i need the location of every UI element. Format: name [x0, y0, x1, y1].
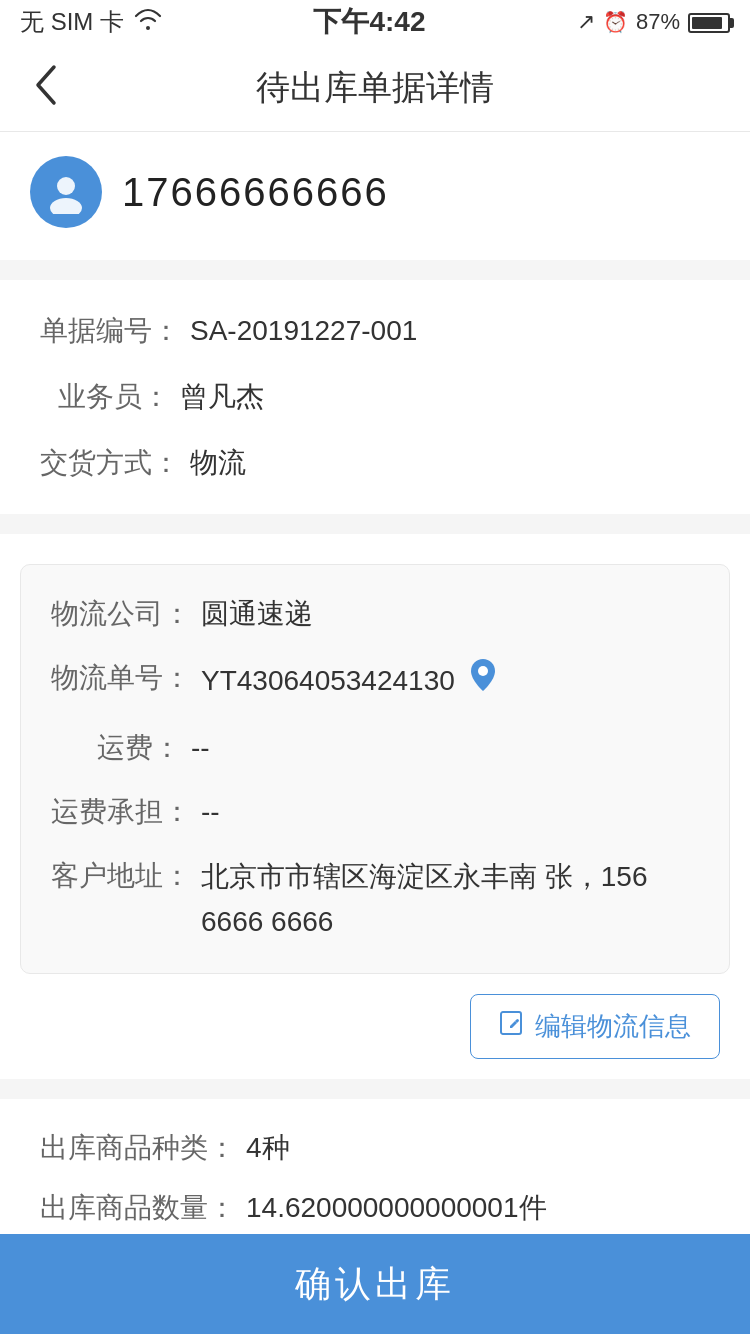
company-label: 物流公司：	[51, 593, 201, 635]
edit-icon	[499, 1010, 525, 1043]
order-no-value: SA-20191227-001	[190, 310, 710, 352]
location-icon	[467, 657, 499, 705]
battery-percent: 87%	[636, 9, 680, 35]
goods-count-row: 出库商品数量： 14.620000000000001件	[40, 1189, 710, 1227]
goods-count-value: 14.620000000000001件	[246, 1189, 547, 1227]
alarm-icon: ⏰	[603, 10, 628, 34]
freight-value: --	[191, 727, 699, 769]
freight-label: 运费：	[51, 727, 191, 769]
delivery-row: 交货方式： 物流	[40, 442, 710, 484]
back-button[interactable]	[30, 61, 60, 115]
goods-count-label: 出库商品数量：	[40, 1189, 246, 1227]
nav-bar: 待出库单据详情	[0, 44, 750, 132]
order-no-row: 单据编号： SA-20191227-001	[40, 310, 710, 352]
time-display: 下午4:42	[313, 3, 425, 41]
svg-rect-3	[501, 1012, 521, 1034]
wifi-icon	[134, 8, 162, 36]
edit-btn-row: 编辑物流信息	[0, 974, 750, 1079]
section-gap-3	[0, 1079, 750, 1099]
address-label: 客户地址：	[51, 855, 201, 897]
goods-section: 出库商品种类： 4种 出库商品数量： 14.620000000000001件	[0, 1099, 750, 1257]
tracking-label: 物流单号：	[51, 657, 201, 699]
tracking-row: 物流单号： YT43064053424130	[51, 657, 699, 705]
address-row: 客户地址： 北京市市辖区海淀区永丰南 张，156 6666 6666	[51, 855, 699, 945]
freight-bear-row: 运费承担： --	[51, 791, 699, 833]
staff-row: 业务员： 曾凡杰	[40, 376, 710, 418]
edit-logistics-label: 编辑物流信息	[535, 1009, 691, 1044]
status-right: ↗ ⏰ 87%	[577, 9, 730, 35]
company-row: 物流公司： 圆通速递	[51, 593, 699, 635]
edit-logistics-button[interactable]: 编辑物流信息	[470, 994, 720, 1059]
confirm-outbound-button[interactable]: 确认出库	[0, 1234, 750, 1334]
delivery-label: 交货方式：	[40, 442, 190, 484]
freight-bear-label: 运费承担：	[51, 791, 201, 833]
staff-label: 业务员：	[40, 376, 180, 418]
section-gap-1	[0, 260, 750, 280]
staff-value: 曾凡杰	[180, 376, 710, 418]
svg-point-1	[50, 198, 82, 214]
status-left: 无 SIM 卡	[20, 6, 162, 38]
svg-point-0	[57, 177, 75, 195]
tracking-value: YT43064053424130	[201, 657, 699, 705]
svg-point-2	[478, 666, 488, 676]
customer-phone: 17666666666	[122, 170, 389, 215]
goods-type-label: 出库商品种类：	[40, 1129, 246, 1167]
delivery-value: 物流	[190, 442, 710, 484]
company-value: 圆通速递	[201, 593, 699, 635]
goods-type-row: 出库商品种类： 4种	[40, 1129, 710, 1167]
address-value: 北京市市辖区海淀区永丰南 张，156 6666 6666	[201, 855, 699, 945]
avatar	[30, 156, 102, 228]
basic-info-section: 单据编号： SA-20191227-001 业务员： 曾凡杰 交货方式： 物流	[0, 280, 750, 514]
order-no-label: 单据编号：	[40, 310, 190, 352]
section-gap-2	[0, 514, 750, 534]
logistics-card: 物流公司： 圆通速递 物流单号： YT43064053424130 运费： --…	[20, 564, 730, 974]
freight-bear-value: --	[201, 791, 699, 833]
page-title: 待出库单据详情	[256, 65, 494, 111]
carrier-text: 无 SIM 卡	[20, 6, 124, 38]
confirm-outbound-label: 确认出库	[295, 1260, 455, 1309]
location-icon: ↗	[577, 9, 595, 35]
dashed-divider	[0, 252, 750, 260]
logistics-wrapper: 物流公司： 圆通速递 物流单号： YT43064053424130 运费： --…	[0, 534, 750, 1079]
customer-header: 17666666666	[0, 132, 750, 252]
goods-type-value: 4种	[246, 1129, 290, 1167]
freight-row: 运费： --	[51, 727, 699, 769]
status-bar: 无 SIM 卡 下午4:42 ↗ ⏰ 87%	[0, 0, 750, 44]
battery-icon	[688, 9, 730, 35]
